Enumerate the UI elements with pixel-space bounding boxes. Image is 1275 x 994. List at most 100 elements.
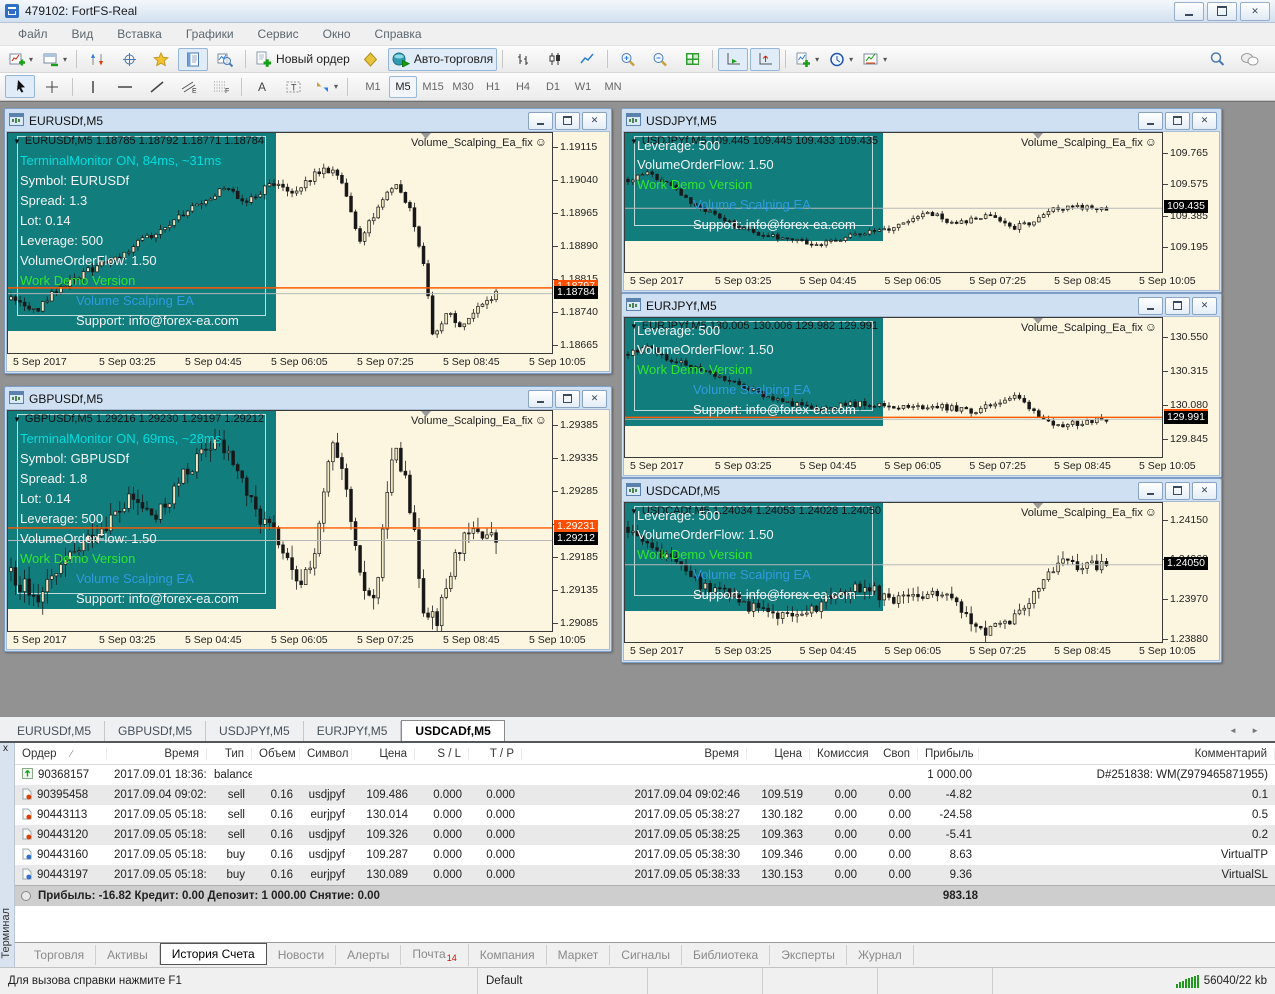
terminal-tab-Активы[interactable]: Активы [96,945,160,965]
strategy-tester-icon[interactable] [210,48,240,71]
chart-minimize-button[interactable] [1138,111,1163,130]
templates-icon[interactable]: ▾ [859,48,891,71]
column-header-Комментарий[interactable]: Комментарий [979,747,1275,760]
timeframe-H4[interactable]: H4 [509,76,537,98]
market-watch-icon[interactable] [82,48,112,71]
menu-Вид[interactable]: Вид [60,27,106,41]
chart-plot-usdjpy[interactable]: ▼ USDJPYf,M5 109.445 109.445 109.433 109.… [624,132,1163,273]
periods-icon[interactable]: ▾ [825,48,857,71]
terminal-tab-Журнал[interactable]: Журнал [847,945,914,965]
text-icon[interactable]: A [247,75,277,98]
chart-tab-USDJPYf,M5[interactable]: USDJPYf,M5 [206,721,304,741]
chart-plot-eurjpy[interactable]: ▼ EURJPYf,M5 130.005 130.006 129.982 129.… [624,317,1163,458]
candlestick-chart-icon[interactable] [540,48,570,71]
chart-minimize-button[interactable] [528,111,553,130]
chart-title-bar[interactable]: EURJPYf,M5 ✕ [623,295,1220,316]
chart-close-button[interactable]: ✕ [582,389,607,408]
timeframe-D1[interactable]: D1 [539,76,567,98]
zoom-in-icon[interactable] [613,48,643,71]
chart-restore-button[interactable] [1165,481,1190,500]
arrows-icon[interactable]: ▾ [311,75,342,98]
timeframe-M30[interactable]: M30 [449,76,477,98]
terminal-tab-Библиотека[interactable]: Библиотека [682,945,771,965]
zoom-out-icon[interactable] [645,48,675,71]
fibonacci-icon[interactable]: F [206,75,236,98]
indicators-icon[interactable]: ▾ [791,48,823,71]
column-header-Время[interactable]: Время [522,747,747,760]
column-header-Комиссия[interactable]: Комиссия [810,747,869,760]
menu-Графики[interactable]: Графики [174,27,246,41]
minimize-button[interactable] [1174,1,1204,21]
bar-chart-icon[interactable] [508,48,538,71]
data-window-icon[interactable] [114,48,144,71]
cursor-icon[interactable] [5,75,35,98]
chart-restore-button[interactable] [555,111,580,130]
chart-minimize-button[interactable] [528,389,553,408]
menu-Файл[interactable]: Файл [6,27,60,41]
auto-scroll-icon[interactable] [718,47,749,71]
timeframe-M1[interactable]: M1 [359,76,387,98]
chart-shift-icon[interactable] [750,47,781,71]
column-header-S / L[interactable]: S / L [415,747,469,760]
profiles-icon[interactable]: ▾ [39,48,71,71]
auto-trading-button[interactable]: Авто-торговля [387,47,498,71]
timeframe-M15[interactable]: M15 [419,76,447,98]
chart-title-bar[interactable]: USDJPYf,M5 ✕ [623,110,1220,131]
chart-plot-usdcad[interactable]: ▼ USDCADf,M5 1.24034 1.24053 1.24028 1.24… [624,502,1163,643]
tab-scroll-arrows[interactable]: ◄ ► [1229,726,1275,741]
trend-line-icon[interactable] [142,75,172,98]
chart-restore-button[interactable] [555,389,580,408]
chart-title-bar[interactable]: USDCADf,M5 ✕ [623,480,1220,501]
terminal-side-label[interactable]: Терминал [0,908,14,959]
navigator-icon[interactable] [146,48,176,71]
column-header-Цена[interactable]: Цена [747,747,810,760]
chart-title-bar[interactable]: GBPUSDf,M5 ✕ [6,388,610,409]
terminal-icon[interactable] [178,47,209,71]
chart-tab-EURUSDf,M5[interactable]: EURUSDf,M5 [4,721,106,741]
timeframe-MN[interactable]: MN [599,76,627,98]
menu-Справка[interactable]: Справка [363,27,434,41]
chart-plot-eurusd[interactable]: ▼ EURUSDf,M5 1.18785 1.18792 1.18771 1.18… [7,132,553,354]
terminal-close-button[interactable]: x [3,744,8,754]
menu-Окно[interactable]: Окно [311,27,363,41]
terminal-tab-Алерты[interactable]: Алерты [336,945,402,965]
chart-tab-GBPUSDf,M5[interactable]: GBPUSDf,M5 [105,721,207,741]
timeframe-H1[interactable]: H1 [479,76,507,98]
terminal-tab-Новости[interactable]: Новости [267,945,337,965]
search-icon[interactable] [1202,48,1232,71]
maximize-button[interactable] [1207,1,1237,21]
column-header-Время[interactable]: Время [107,747,207,760]
chart-close-button[interactable]: ✕ [582,111,607,130]
new-order-button[interactable]: Новый ордер [251,48,354,71]
column-header-Цена[interactable]: Цена [352,747,415,760]
timeframe-W1[interactable]: W1 [569,76,597,98]
status-profile[interactable]: Default [478,968,648,994]
menu-Сервис[interactable]: Сервис [246,27,311,41]
new-chart-icon[interactable]: ▾ [5,48,37,71]
vertical-line-icon[interactable] [78,75,108,98]
chart-plot-gbpusd[interactable]: ▼ GBPUSDf,M5 1.29216 1.29230 1.29197 1.29… [7,410,553,632]
column-header-Символ[interactable]: Символ [300,747,352,760]
chart-close-button[interactable]: ✕ [1192,111,1217,130]
terminal-tab-Маркет[interactable]: Маркет [547,945,611,965]
timeframe-M5[interactable]: M5 [389,75,418,98]
chart-restore-button[interactable] [1165,111,1190,130]
chat-icon[interactable] [1234,48,1264,71]
terminal-tab-История Счета[interactable]: История Счета [159,943,267,965]
chart-close-button[interactable]: ✕ [1192,296,1217,315]
menu-Вставка[interactable]: Вставка [105,27,174,41]
column-header-T / P[interactable]: T / P [469,747,522,760]
terminal-tab-Почта[interactable]: Почта14 [401,943,469,967]
chart-title-bar[interactable]: EURUSDf,M5 ✕ [6,110,610,131]
history-row[interactable]: 90443120 2017.09.05 05:18:21 sell 0.16 usdjp… [15,825,1275,845]
column-header-Своп[interactable]: Своп [864,747,918,760]
column-header-Ордер[interactable]: Ордер ∕ [15,747,107,760]
column-header-Объем[interactable]: Объем [252,747,300,760]
history-row[interactable]: 90443160 2017.09.05 05:18:22 buy 0.16 usdjpy… [15,845,1275,865]
terminal-tab-Компания[interactable]: Компания [469,945,547,965]
chart-minimize-button[interactable] [1138,296,1163,315]
terminal-tab-Сигналы[interactable]: Сигналы [610,945,682,965]
terminal-tab-Торговля[interactable]: Торговля [23,945,97,965]
history-row[interactable]: 90443197 2017.09.05 05:18:24 buy 0.16 eurjpy… [15,865,1275,885]
column-header-Тип[interactable]: Тип [207,747,252,760]
